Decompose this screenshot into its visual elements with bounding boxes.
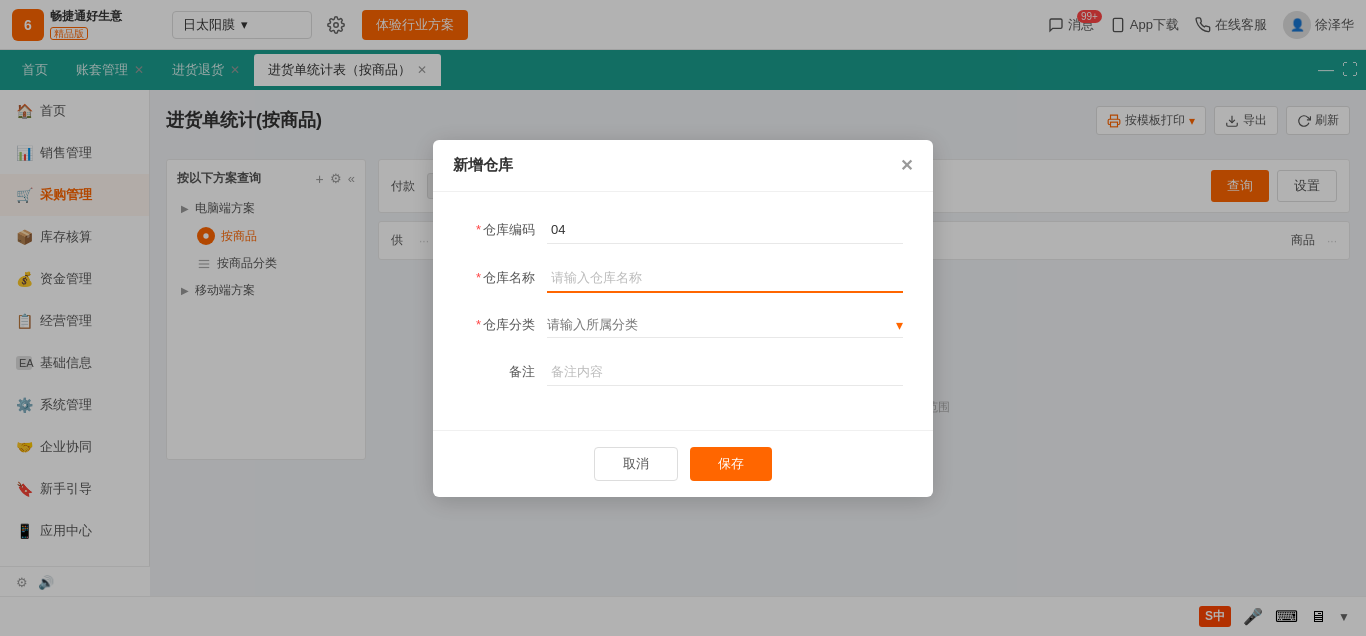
warehouse-remark-input[interactable] [547, 358, 903, 386]
save-button[interactable]: 保存 [690, 447, 772, 481]
form-label-remark: 备注 [463, 363, 535, 381]
form-row-remark: 备注 [463, 358, 903, 386]
category-input[interactable] [547, 317, 896, 332]
form-label-code: 仓库编码 [463, 221, 535, 239]
warehouse-category-select[interactable]: ▾ [547, 313, 903, 338]
form-row-name: 仓库名称 [463, 264, 903, 293]
warehouse-name-input[interactable] [547, 264, 903, 293]
modal-title: 新增仓库 [453, 156, 513, 175]
category-chevron-icon[interactable]: ▾ [896, 317, 903, 333]
modal-header: 新增仓库 ✕ [433, 140, 933, 192]
modal-overlay: 新增仓库 ✕ 仓库编码 仓库名称 仓库分类 ▾ [0, 0, 1366, 636]
cancel-button[interactable]: 取消 [594, 447, 678, 481]
modal-footer: 取消 保存 [433, 430, 933, 497]
form-row-code: 仓库编码 [463, 216, 903, 244]
form-label-name: 仓库名称 [463, 269, 535, 287]
modal-close-icon[interactable]: ✕ [900, 156, 913, 175]
form-label-category: 仓库分类 [463, 316, 535, 334]
warehouse-code-input[interactable] [547, 216, 903, 244]
form-row-category: 仓库分类 ▾ [463, 313, 903, 338]
warehouse-modal: 新增仓库 ✕ 仓库编码 仓库名称 仓库分类 ▾ [433, 140, 933, 497]
modal-body: 仓库编码 仓库名称 仓库分类 ▾ 备注 [433, 192, 933, 430]
